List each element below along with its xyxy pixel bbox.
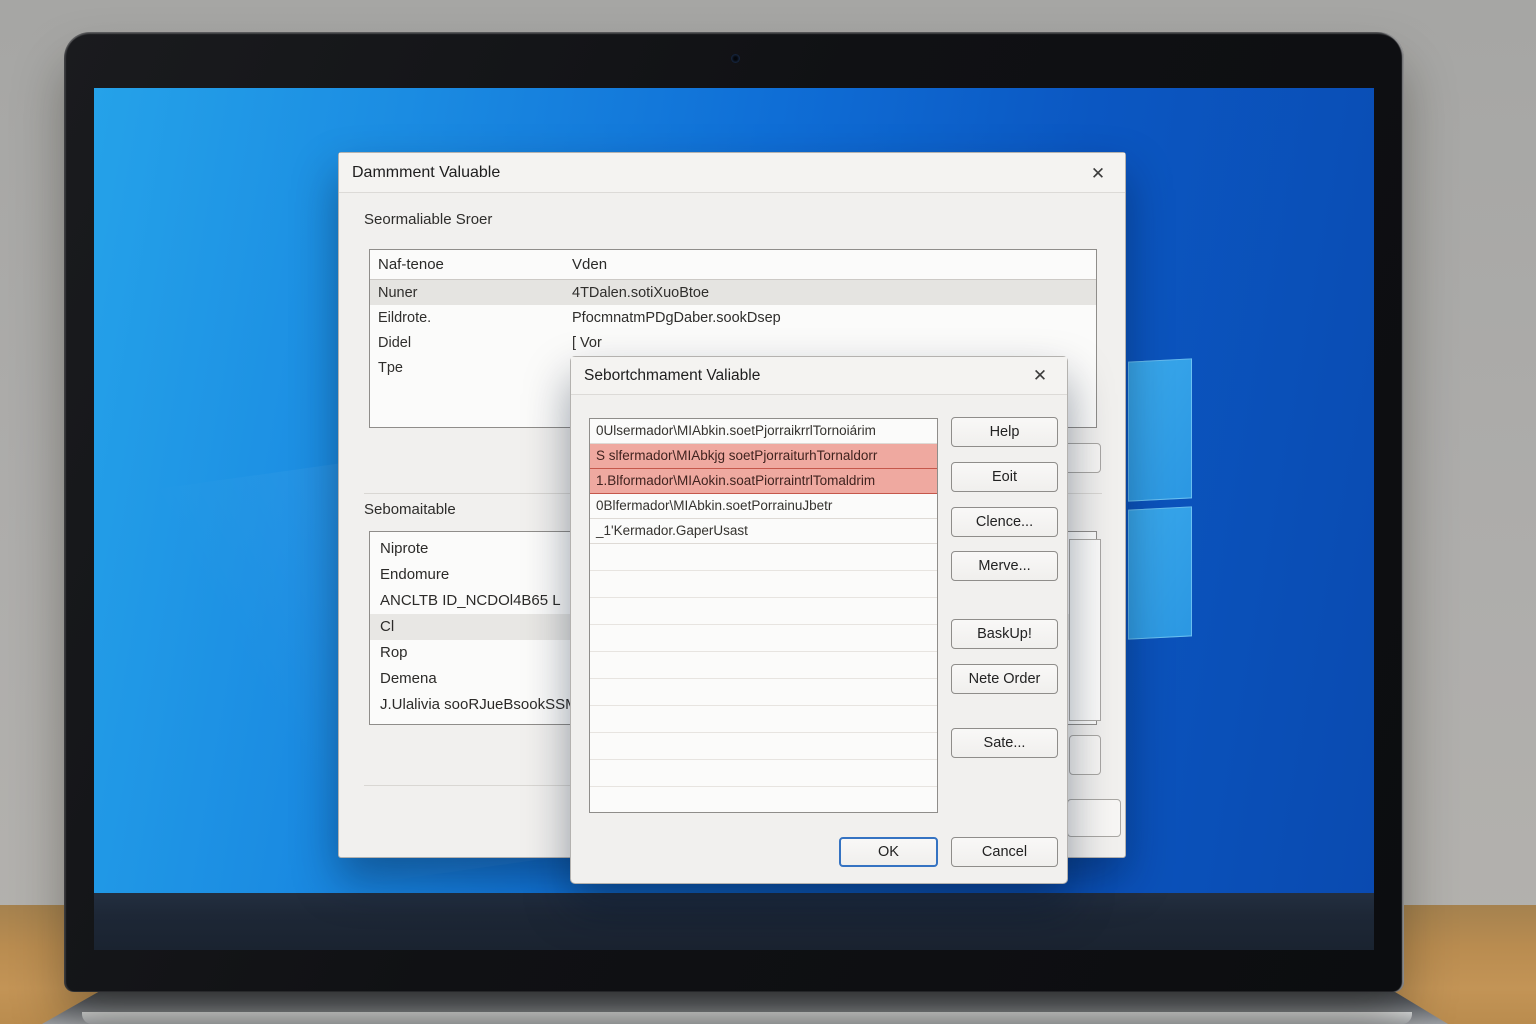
empty-list-row bbox=[590, 787, 937, 812]
empty-list-row bbox=[590, 733, 937, 760]
list-item[interactable]: _1'Kermador.GaperUsast bbox=[590, 519, 937, 544]
occluded-button[interactable] bbox=[1069, 735, 1101, 775]
close-icon[interactable]: ✕ bbox=[1085, 161, 1111, 187]
table-row[interactable]: Eildrote. PfocmnatmPDgDaber.sookDsep bbox=[370, 305, 1096, 330]
empty-list-row bbox=[590, 571, 937, 598]
edit-environment-variable-dialog: Sebortchmament Valiable ✕ 0Ulsermador\MI… bbox=[570, 356, 1068, 884]
desktop-wallpaper: Dammment Valuable ✕ Seormaliable Sroer N… bbox=[94, 88, 1374, 950]
note-order-button[interactable]: Nete Order bbox=[951, 664, 1058, 694]
section-label-system-variables: Sebomaitable bbox=[364, 501, 456, 518]
windows-logo-pane-top bbox=[1128, 358, 1192, 502]
list-item-selected[interactable]: S slfermador\MIAbkjg soetPjorraiturhTorn… bbox=[590, 444, 937, 469]
empty-list-row bbox=[590, 598, 937, 625]
table-header-row: Naf-tenoe Vden bbox=[370, 250, 1096, 280]
empty-list-row bbox=[590, 544, 937, 571]
empty-list-row bbox=[590, 706, 937, 733]
outer-dialog-title: Dammment Valuable bbox=[352, 164, 501, 181]
column-header-name: Naf-tenoe bbox=[378, 256, 444, 273]
backup-button[interactable]: BaskUp! bbox=[951, 619, 1058, 649]
sate-button[interactable]: Sate... bbox=[951, 728, 1058, 758]
help-button[interactable]: Help bbox=[951, 417, 1058, 447]
clence-button[interactable]: Clence... bbox=[951, 507, 1058, 537]
merve-button[interactable]: Merve... bbox=[951, 551, 1058, 581]
empty-list-row bbox=[590, 652, 937, 679]
edit-button[interactable]: Eoit bbox=[951, 462, 1058, 492]
empty-list-row bbox=[590, 625, 937, 652]
inner-dialog-title: Sebortchmament Valiable bbox=[584, 367, 761, 384]
table-row[interactable]: Didel [ Vor bbox=[370, 330, 1096, 355]
occluded-panel bbox=[1069, 539, 1101, 721]
taskbar bbox=[94, 893, 1374, 950]
occluded-button[interactable] bbox=[1063, 443, 1101, 473]
variable-values-list: 0Ulsermador\MIAbkin.soetPjorraikrrlTorno… bbox=[589, 418, 938, 813]
close-icon[interactable]: ✕ bbox=[1027, 363, 1053, 389]
column-header-value: Vden bbox=[572, 256, 608, 273]
cancel-button[interactable]: Cancel bbox=[951, 837, 1058, 867]
inner-dialog-titlebar: Sebortchmament Valiable ✕ bbox=[571, 357, 1067, 395]
table-row[interactable]: Nuner 4TDalen.sotiXuoBtoe bbox=[370, 280, 1096, 305]
laptop-base-edge bbox=[82, 1012, 1412, 1024]
empty-list-row bbox=[590, 760, 937, 787]
list-item[interactable]: 0Blfermador\MIAbkin.soetPorrainuJbetr bbox=[590, 494, 937, 519]
list-item[interactable]: 0Ulsermador\MIAbkin.soetPjorraikrrlTorno… bbox=[590, 419, 937, 444]
occluded-button[interactable] bbox=[1067, 799, 1121, 837]
list-item-selected[interactable]: 1.Blformador\MIAokin.soatPiorraintrlToma… bbox=[590, 469, 937, 494]
empty-list-row bbox=[590, 679, 937, 706]
webcam-icon bbox=[731, 54, 740, 63]
ok-button[interactable]: OK bbox=[839, 837, 938, 867]
section-label-user-variables: Seormaliable Sroer bbox=[364, 211, 493, 228]
windows-logo-pane-bottom bbox=[1128, 506, 1192, 640]
outer-dialog-titlebar: Dammment Valuable ✕ bbox=[339, 153, 1125, 193]
